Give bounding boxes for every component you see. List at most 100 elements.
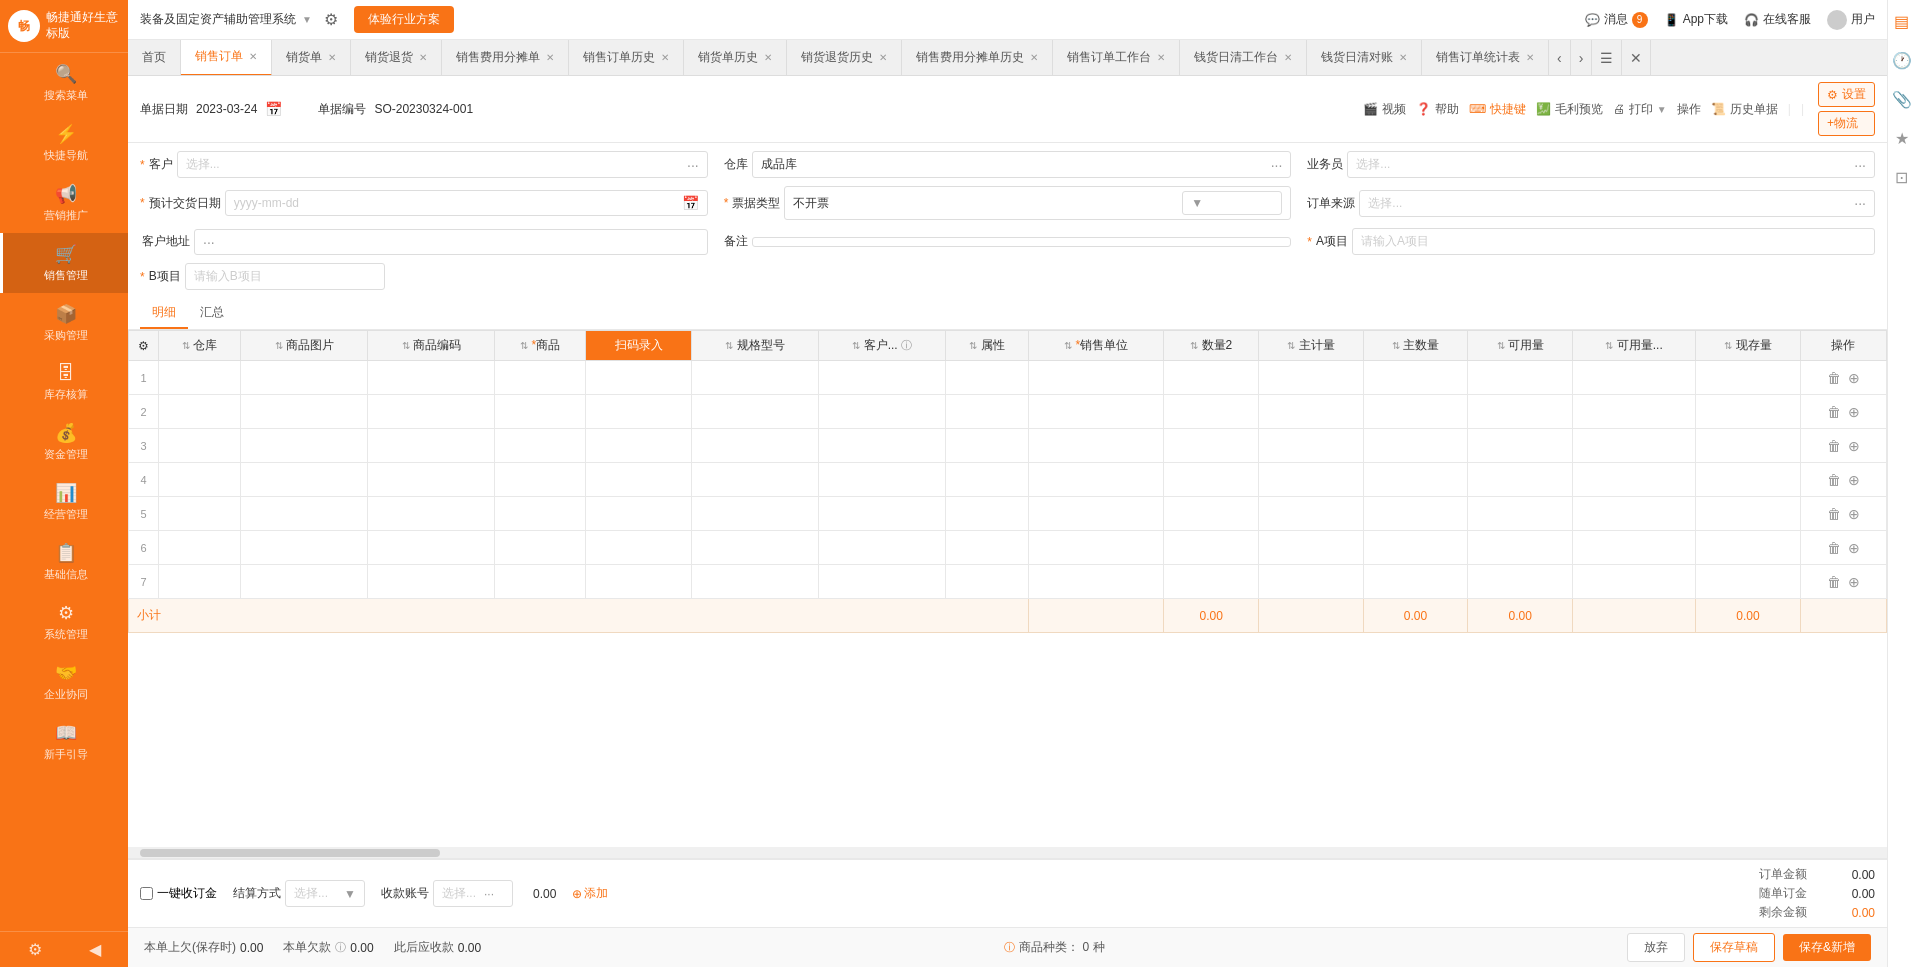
- cell-available[interactable]: [1468, 531, 1573, 565]
- date-value[interactable]: 2023-03-24: [196, 102, 257, 116]
- cell-attr[interactable]: [946, 565, 1028, 599]
- cell-available2[interactable]: [1572, 497, 1695, 531]
- cell-qty2[interactable]: [1164, 361, 1259, 395]
- order-source-input[interactable]: 选择... ···: [1359, 190, 1875, 217]
- cell-main-unit[interactable]: [1259, 463, 1364, 497]
- message-btn[interactable]: 💬 消息 9: [1585, 11, 1648, 28]
- cell-image[interactable]: [241, 497, 368, 531]
- cell-available2[interactable]: [1572, 361, 1695, 395]
- tab-sales-fee-close-icon[interactable]: ✕: [546, 52, 554, 63]
- cell-available2[interactable]: [1572, 429, 1695, 463]
- tab-sales-inv-hist-close-icon[interactable]: ✕: [764, 52, 772, 63]
- discard-btn[interactable]: 放弃: [1627, 933, 1685, 962]
- row-delete-icon[interactable]: 🗑: [1825, 572, 1843, 592]
- cell-unit[interactable]: [1028, 463, 1164, 497]
- warehouse-input[interactable]: 成品库 ···: [752, 151, 1292, 178]
- cell-main-qty[interactable]: [1363, 429, 1468, 463]
- cell-code[interactable]: [368, 429, 495, 463]
- tab-prev-btn[interactable]: ‹: [1549, 40, 1571, 76]
- cell-attr[interactable]: [946, 497, 1028, 531]
- sidebar-item-basic[interactable]: 📋 基础信息: [0, 532, 128, 592]
- sidebar-item-inventory[interactable]: 🗄 库存核算: [0, 353, 128, 412]
- cell-qty2[interactable]: [1164, 463, 1259, 497]
- tab-close-all-btn[interactable]: ✕: [1622, 40, 1651, 76]
- cell-main-unit[interactable]: [1259, 395, 1364, 429]
- sidebar-collapse-icon[interactable]: ◀: [89, 940, 101, 959]
- cell-main-unit[interactable]: [1259, 531, 1364, 565]
- cell-product[interactable]: [495, 395, 586, 429]
- cell-code[interactable]: [368, 395, 495, 429]
- row-copy-icon[interactable]: ⊕: [1846, 538, 1862, 558]
- cell-warehouse[interactable]: [159, 395, 241, 429]
- cell-unit[interactable]: [1028, 565, 1164, 599]
- tab-sales-fee[interactable]: 销售费用分摊单 ✕: [442, 40, 569, 76]
- tab-detail[interactable]: 明细: [140, 298, 188, 329]
- horizontal-scrollbar[interactable]: [140, 849, 440, 857]
- tab-daily-clear-close-icon[interactable]: ✕: [1284, 52, 1292, 63]
- tab-sales-inv-hist[interactable]: 销货单历史 ✕: [684, 40, 787, 76]
- row-copy-icon[interactable]: ⊕: [1846, 436, 1862, 456]
- cell-spec[interactable]: [692, 463, 819, 497]
- cell-unit[interactable]: [1028, 497, 1164, 531]
- sidebar-item-search[interactable]: 🔍 搜索菜单: [0, 53, 128, 113]
- b-project-input[interactable]: 请输入B项目: [185, 263, 385, 290]
- sidebar-item-quicknav[interactable]: ⚡ 快捷导航: [0, 113, 128, 173]
- tab-sales-fee-hist-close-icon[interactable]: ✕: [1030, 52, 1038, 63]
- cell-code[interactable]: [368, 361, 495, 395]
- customer-input[interactable]: 选择... ···: [177, 151, 708, 178]
- cell-image[interactable]: [241, 463, 368, 497]
- cell-available[interactable]: [1468, 361, 1573, 395]
- cell-available[interactable]: [1468, 565, 1573, 599]
- add-logistics-btn[interactable]: +物流: [1818, 111, 1875, 136]
- cell-unit[interactable]: [1028, 429, 1164, 463]
- row-copy-icon[interactable]: ⊕: [1846, 402, 1862, 422]
- cell-customer-code[interactable]: [818, 463, 946, 497]
- tab-sales-fee-hist[interactable]: 销售费用分摊单历史 ✕: [902, 40, 1053, 76]
- one-click-checkbox-input[interactable]: [140, 887, 153, 900]
- cell-qty2[interactable]: [1164, 497, 1259, 531]
- tab-sales-ret-hist[interactable]: 销货退货历史 ✕: [787, 40, 902, 76]
- cell-qty2[interactable]: [1164, 531, 1259, 565]
- cell-code[interactable]: [368, 497, 495, 531]
- cell-available[interactable]: [1468, 395, 1573, 429]
- app-download-btn[interactable]: 📱 App下载: [1664, 11, 1728, 28]
- shortcut-btn[interactable]: ⌨ 快捷键: [1469, 101, 1526, 118]
- cell-warehouse[interactable]: [159, 497, 241, 531]
- row-copy-icon[interactable]: ⊕: [1846, 572, 1862, 592]
- cell-product[interactable]: [495, 531, 586, 565]
- tab-sales-return-close-icon[interactable]: ✕: [419, 52, 427, 63]
- row-copy-icon[interactable]: ⊕: [1846, 368, 1862, 388]
- cell-product[interactable]: [495, 429, 586, 463]
- tab-sales-return[interactable]: 销货退货 ✕: [351, 40, 442, 76]
- save-new-btn[interactable]: 保存&新增: [1783, 934, 1871, 961]
- cell-stock[interactable]: [1696, 497, 1801, 531]
- tab-sales-workbench[interactable]: 销售订单工作台 ✕: [1053, 40, 1180, 76]
- cell-code[interactable]: [368, 565, 495, 599]
- cell-spec[interactable]: [692, 361, 819, 395]
- settings-btn[interactable]: ⚙ 设置: [1818, 82, 1875, 107]
- account-select[interactable]: 选择... ···: [433, 880, 513, 907]
- salesperson-input[interactable]: 选择... ···: [1347, 151, 1875, 178]
- cell-stock[interactable]: [1696, 565, 1801, 599]
- cell-spec[interactable]: [692, 429, 819, 463]
- invoice-type-select[interactable]: 不开票 ▼: [784, 186, 1291, 220]
- cell-available2[interactable]: [1572, 531, 1695, 565]
- cell-stock[interactable]: [1696, 463, 1801, 497]
- cell-warehouse[interactable]: [159, 361, 241, 395]
- cell-stock[interactable]: [1696, 531, 1801, 565]
- sidebar-item-marketing[interactable]: 📢 营销推广: [0, 173, 128, 233]
- cell-customer-code[interactable]: [818, 497, 946, 531]
- tab-sales-workbench-close-icon[interactable]: ✕: [1157, 52, 1165, 63]
- tab-sales-ret-hist-close-icon[interactable]: ✕: [879, 52, 887, 63]
- user-btn[interactable]: 用户: [1827, 10, 1875, 30]
- one-click-checkbox[interactable]: 一键收订金: [140, 885, 217, 902]
- cell-main-unit[interactable]: [1259, 565, 1364, 599]
- print-btn[interactable]: 🖨 打印 ▼: [1613, 101, 1667, 118]
- cell-spec[interactable]: [692, 565, 819, 599]
- online-support-btn[interactable]: 🎧 在线客服: [1744, 11, 1811, 28]
- cell-warehouse[interactable]: [159, 463, 241, 497]
- sidebar-item-operations[interactable]: 📊 经营管理: [0, 472, 128, 532]
- cell-qty2[interactable]: [1164, 395, 1259, 429]
- cell-spec[interactable]: [692, 497, 819, 531]
- sidebar-item-finance[interactable]: 💰 资金管理: [0, 412, 128, 472]
